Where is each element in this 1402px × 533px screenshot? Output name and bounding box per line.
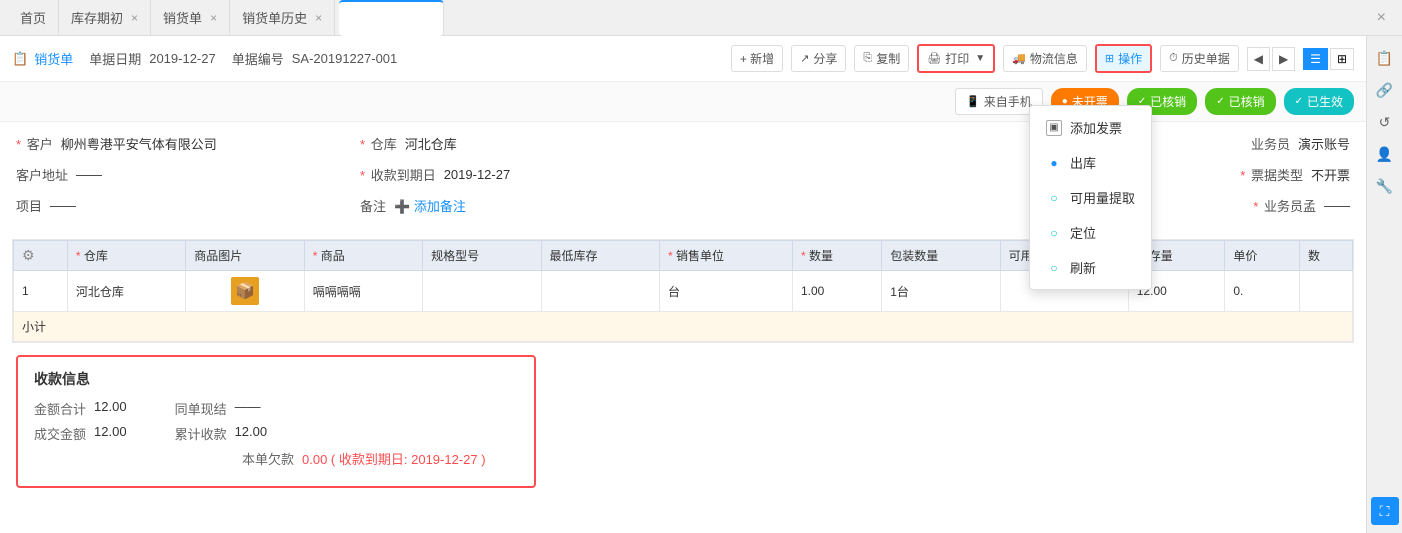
action-row: 📱 来自手机 ● 未开票 ✓ 已核销 ✓ 已核销 ✓ 已生效 [0, 82, 1366, 122]
operation-dropdown: ▣ 添加发票 ● 出库 ○ 可用量提取 ○ 定位 ○ 刷新 [1029, 105, 1152, 290]
summary-row-3: 本单欠款 0.00 ( 收款到期日: 2019-12-27 ) [34, 449, 518, 468]
history-button[interactable]: ⏱ 历史单据 [1160, 45, 1239, 72]
close-history-tab[interactable]: × [315, 11, 322, 25]
product-table-container: ⚙ * 仓库 商品图片 * 商品 规格型号 最低库存 * 销售单位 * 数量 包… [12, 239, 1354, 343]
right-sidebar: 📋 🔗 ↺ 👤 🔧 ⛶ [1366, 36, 1402, 533]
same-order-settlement-item: 同单现结 —— [175, 399, 261, 418]
doc-meta: 单据日期 2019-12-27 单据编号 SA-20191227-001 [89, 49, 397, 68]
row-pkg-qty: 1台 [882, 271, 1000, 312]
col-unit: * 销售单位 [659, 241, 792, 271]
prev-button[interactable]: ◀ [1247, 47, 1270, 71]
row-product: 嗝嗝嗝嗝 [304, 271, 422, 312]
deal-amount-item: 成交金额 12.00 [34, 424, 127, 443]
tab-bar: 首页 库存期初 × 销货单 × 销货单历史 × 查看销货单 × × [0, 0, 1402, 36]
row-unit: 台 [659, 271, 792, 312]
effective-button[interactable]: ✓ 已生效 [1284, 88, 1354, 115]
add-invoice-item[interactable]: ▣ 添加发票 [1030, 110, 1151, 145]
outstanding-item: 本单欠款 0.00 ( 收款到期日: 2019-12-27 ) [242, 449, 486, 468]
close-sales-tab[interactable]: × [210, 11, 217, 25]
outbound-item[interactable]: ● 出库 [1030, 145, 1151, 180]
circle-teal-icon-3: ○ [1046, 260, 1062, 276]
tab-sales[interactable]: 销货单 × [151, 0, 230, 36]
note-field-group: 备注 ➕ 添加备注 [360, 196, 680, 215]
row-spec [423, 271, 541, 312]
sub-header: 📋 销货单 单据日期 2019-12-27 单据编号 SA-20191227-0… [0, 36, 1366, 82]
row-unit-price: 0. [1225, 271, 1300, 312]
add-note-button[interactable]: ➕ 添加备注 [394, 196, 466, 215]
row-image: 📦 [186, 271, 304, 312]
row-qty: 1.00 [792, 271, 881, 312]
close-view-tab[interactable]: × [424, 12, 431, 26]
total-amount-item: 金额合计 12.00 [34, 399, 127, 418]
sidebar-icon-5[interactable]: 🔧 [1371, 172, 1399, 200]
doc-icon: 📋 [12, 51, 28, 67]
sidebar-icon-4[interactable]: 👤 [1371, 140, 1399, 168]
summary-section: 收款信息 金额合计 12.00 同单现结 —— 成交金额 12.00 累计收款 [16, 355, 536, 488]
list-view-button[interactable]: ☰ [1303, 48, 1328, 70]
subtotal-row: 小计 [14, 312, 1353, 342]
row-warehouse: 河北仓库 [67, 271, 185, 312]
invoice-icon: ▣ [1046, 120, 1062, 136]
summary-row-2: 成交金额 12.00 累计收款 12.00 [34, 424, 518, 443]
customer-field-group: * 客户 柳州粤港平安气体有限公司 [16, 134, 336, 153]
sold-button[interactable]: ✓ 已核销 [1205, 88, 1275, 115]
col-qty: * 数量 [792, 241, 881, 271]
locate-item[interactable]: ○ 定位 [1030, 215, 1151, 250]
refresh-item[interactable]: ○ 刷新 [1030, 250, 1151, 285]
col-unit-price: 单价 [1225, 241, 1300, 271]
project-field-group: 项目 —— [16, 196, 336, 215]
next-button[interactable]: ▶ [1272, 47, 1295, 71]
sidebar-icon-6[interactable]: ⛶ [1371, 497, 1399, 525]
print-button[interactable]: 🖨 打印 ▼ [917, 44, 995, 73]
nav-arrows: ◀ ▶ [1247, 47, 1295, 71]
circle-teal-icon-2: ○ [1046, 225, 1062, 241]
tab-sales-history[interactable]: 销货单历史 × [230, 0, 335, 36]
address-field-group: 客户地址 —— [16, 165, 336, 184]
col-spec: 规格型号 [423, 241, 541, 271]
col-gear: ⚙ [14, 241, 68, 271]
col-min-stock: 最低库存 [541, 241, 659, 271]
share-button[interactable]: ↗ 分享 [791, 45, 846, 72]
col-product: * 商品 [304, 241, 422, 271]
view-toggle: ☰ ⊞ [1303, 48, 1354, 70]
row-amount [1300, 271, 1353, 312]
col-amount: 数 [1300, 241, 1353, 271]
ticket-type-field-group: * 票据类型 不开票 [1240, 165, 1350, 184]
tab-view-sales[interactable]: 查看销货单 × [339, 0, 444, 36]
circle-blue-icon: ● [1046, 155, 1062, 171]
summary-title: 收款信息 [34, 369, 518, 389]
form-section: * 客户 柳州粤港平安气体有限公司 * 仓库 河北仓库 业务员 演示账号 [0, 122, 1366, 239]
copy-button[interactable]: ⎘ 复制 [854, 45, 909, 72]
summary-row-1: 金额合计 12.00 同单现结 —— [34, 399, 518, 418]
staff-field-group: 业务员 演示账号 [1251, 134, 1350, 153]
circle-teal-icon-1: ○ [1046, 190, 1062, 206]
subtotal-label: 小计 [14, 312, 1353, 342]
product-table: ⚙ * 仓库 商品图片 * 商品 规格型号 最低库存 * 销售单位 * 数量 包… [13, 240, 1353, 342]
new-button[interactable]: + 新增 [731, 45, 783, 72]
available-qty-item[interactable]: ○ 可用量提取 [1030, 180, 1151, 215]
doc-title: 📋 销货单 [12, 49, 73, 68]
row-index: 1 [14, 271, 68, 312]
operation-button[interactable]: ⊞ 操作 [1095, 44, 1152, 73]
col-pkg-qty: 包装数量 [882, 241, 1000, 271]
sidebar-icon-2[interactable]: 🔗 [1371, 76, 1399, 104]
row-min-stock [541, 271, 659, 312]
sidebar-icon-3[interactable]: ↺ [1371, 108, 1399, 136]
close-inventory-tab[interactable]: × [131, 11, 138, 25]
window-close[interactable]: × [1369, 9, 1394, 27]
grid-view-button[interactable]: ⊞ [1330, 48, 1354, 70]
col-image: 商品图片 [186, 241, 304, 271]
warehouse-field-group: * 仓库 河北仓库 [360, 134, 680, 153]
col-warehouse: * 仓库 [67, 241, 185, 271]
toolbar: + 新增 ↗ 分享 ⎘ 复制 🖨 打印 ▼ 🚚 物流信息 [731, 44, 1354, 73]
staff2-field-group: * 业务员孟 —— [1253, 196, 1350, 215]
payment-date-field-group: * 收款到期日 2019-12-27 [360, 165, 680, 184]
tab-home[interactable]: 首页 [8, 0, 59, 36]
tab-inventory[interactable]: 库存期初 × [59, 0, 151, 36]
placeholder-item [34, 449, 194, 468]
accumulated-receipt-item: 累计收款 12.00 [175, 424, 268, 443]
logistics-button[interactable]: 🚚 物流信息 [1003, 45, 1087, 72]
sidebar-icon-1[interactable]: 📋 [1371, 44, 1399, 72]
